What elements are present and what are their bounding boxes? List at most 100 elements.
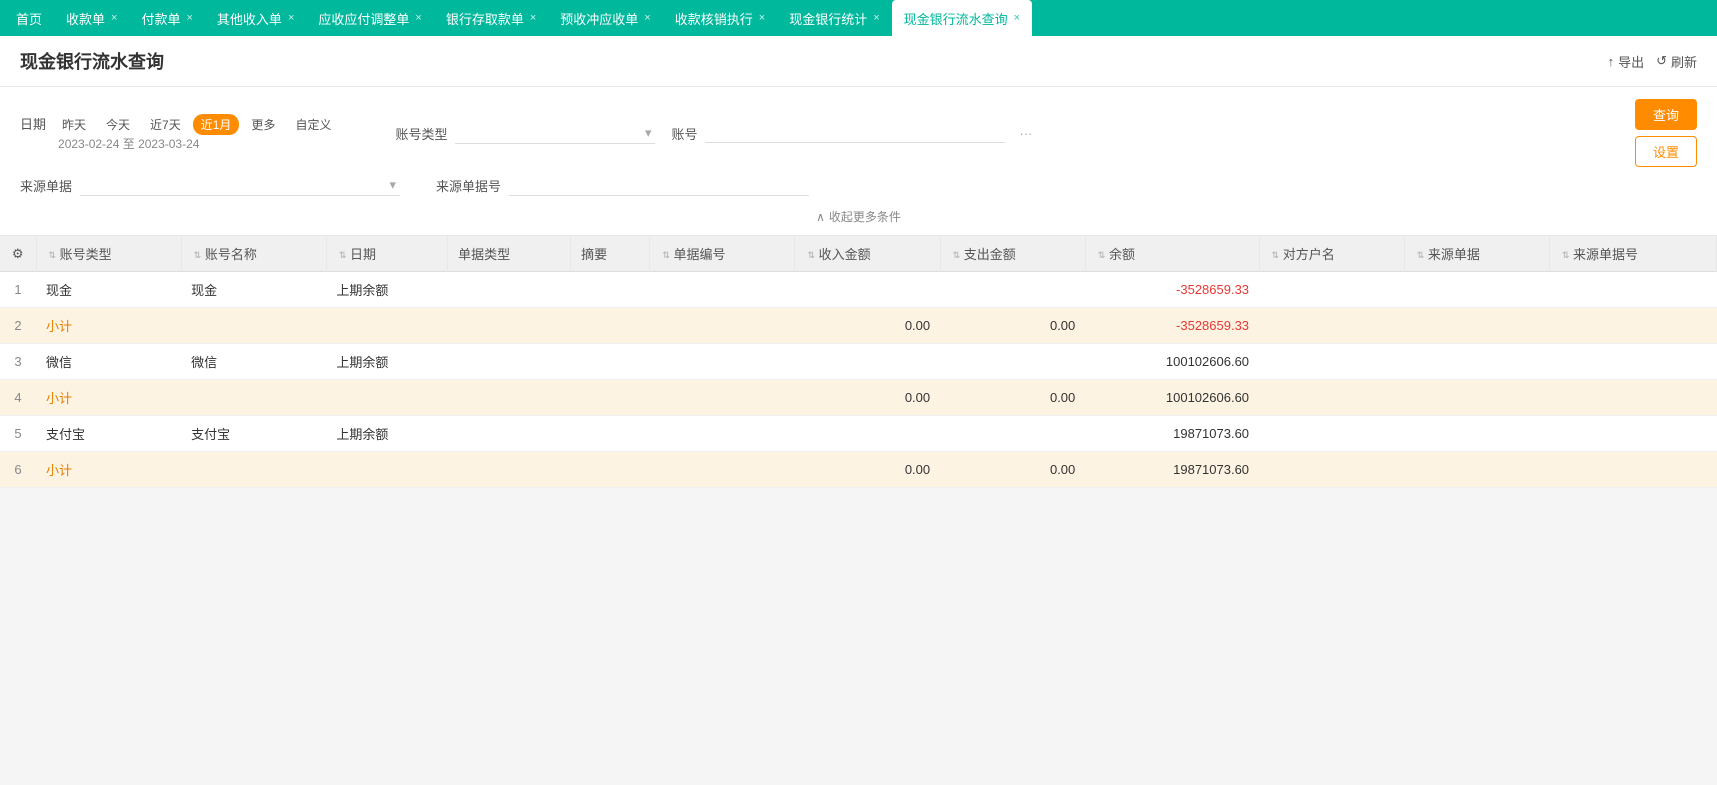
nav-tab-label: 其他收入单 <box>217 9 282 28</box>
nav-tab-tongji[interactable]: 现金银行统计 × <box>777 0 891 36</box>
account-filter: 账号 ··· <box>671 123 1038 143</box>
collapse-icon: ∧ <box>816 210 825 224</box>
close-icon[interactable]: × <box>759 12 765 24</box>
close-icon[interactable]: × <box>873 12 879 24</box>
nav-tab-yinhang[interactable]: 银行存取款单 × <box>434 0 548 36</box>
column-source-doc-no[interactable]: ⇅ 来源单据号 <box>1549 236 1716 272</box>
nav-tab-label: 现金银行统计 <box>789 9 867 28</box>
cell-summary <box>571 272 650 308</box>
chevron-down-icon: ▾ <box>389 177 396 193</box>
query-button[interactable]: 查询 <box>1635 99 1697 130</box>
table-row[interactable]: 4 小计 0.00 0.00 100102606.60 <box>0 380 1717 416</box>
column-balance[interactable]: ⇅ 余额 <box>1085 236 1259 272</box>
date-btn-custom[interactable]: 自定义 <box>287 114 339 135</box>
column-date[interactable]: ⇅ 日期 <box>326 236 447 272</box>
close-icon[interactable]: × <box>111 12 117 24</box>
date-btn-more[interactable]: 更多 <box>243 114 283 135</box>
nav-tab-liushui[interactable]: 现金银行流水查询 × <box>892 0 1032 36</box>
sort-icon: ⇅ <box>1272 250 1280 261</box>
data-table-container: ⚙ ⇅ 账号类型 ⇅ 账号名称 ⇅ 日期 单据类型 摘要 ⇅ 单据编号 <box>0 236 1717 488</box>
close-icon[interactable]: × <box>288 12 294 24</box>
chevron-down-icon: ▾ <box>645 125 652 141</box>
account-input[interactable] <box>705 123 1005 143</box>
table-row[interactable]: 3 微信 微信 上期余额 100102606.60 <box>0 344 1717 380</box>
source-doc-select[interactable]: ▾ <box>80 175 400 196</box>
table-row[interactable]: 2 小计 0.00 0.00 -3528659.33 <box>0 308 1717 344</box>
column-doc-type: 单据类型 <box>448 236 571 272</box>
account-type-filter: 账号类型 ▾ <box>395 123 655 144</box>
cell-source-doc <box>1404 344 1549 380</box>
table-header-row: ⚙ ⇅ 账号类型 ⇅ 账号名称 ⇅ 日期 单据类型 摘要 ⇅ 单据编号 <box>0 236 1717 272</box>
cell-counterpart <box>1259 344 1404 380</box>
filter-buttons: 查询 设置 <box>1635 99 1697 167</box>
account-more-icon[interactable]: ··· <box>1013 124 1038 143</box>
column-source-doc[interactable]: ⇅ 来源单据 <box>1404 236 1549 272</box>
sort-icon: ⇅ <box>807 250 815 261</box>
cell-doc-no <box>650 380 795 416</box>
nav-tab-qitashouru[interactable]: 其他收入单 × <box>205 0 306 36</box>
nav-tab-label: 应收应付调整单 <box>318 9 409 28</box>
export-button[interactable]: ↑ 导出 <box>1608 52 1645 71</box>
collapse-button[interactable]: ∧ 收起更多条件 <box>20 204 1697 227</box>
column-gear[interactable]: ⚙ <box>0 236 36 272</box>
cell-counterpart <box>1259 380 1404 416</box>
cell-source-doc-no <box>1549 416 1716 452</box>
close-icon[interactable]: × <box>1014 12 1020 24</box>
nav-tab-hexiao[interactable]: 收款核销执行 × <box>663 0 777 36</box>
date-btn-1month[interactable]: 近1月 <box>193 114 240 135</box>
date-label: 日期 <box>20 114 46 133</box>
sort-icon: ⇅ <box>953 250 961 261</box>
table-row[interactable]: 5 支付宝 支付宝 上期余额 19871073.60 <box>0 416 1717 452</box>
refresh-button[interactable]: ↺ 刷新 <box>1656 52 1697 71</box>
cell-account-name <box>181 308 326 344</box>
nav-tab-shoukuandan[interactable]: 收款单 × <box>54 0 129 36</box>
cell-account-name <box>181 452 326 488</box>
column-expense[interactable]: ⇅ 支出金额 <box>940 236 1085 272</box>
cell-doc-type <box>448 344 571 380</box>
table-row[interactable]: 1 现金 现金 上期余额 -3528659.33 <box>0 272 1717 308</box>
account-type-select[interactable]: ▾ <box>455 123 655 144</box>
column-counterpart[interactable]: ⇅ 对方户名 <box>1259 236 1404 272</box>
nav-home[interactable]: 首页 <box>4 0 54 36</box>
sort-icon: ⇅ <box>1562 250 1570 261</box>
nav-tab-tiaozhendan[interactable]: 应收应付调整单 × <box>306 0 433 36</box>
nav-tab-yushou[interactable]: 预收冲应收单 × <box>548 0 662 36</box>
source-doc-no-input[interactable] <box>509 176 809 196</box>
setting-button[interactable]: 设置 <box>1635 136 1697 167</box>
close-icon[interactable]: × <box>186 12 192 24</box>
row-num: 3 <box>0 344 36 380</box>
cell-source-doc-no <box>1549 344 1716 380</box>
row-num: 2 <box>0 308 36 344</box>
date-btn-today[interactable]: 今天 <box>98 114 138 135</box>
filter-area: 日期 昨天 今天 近7天 近1月 更多 自定义 2023-02-24 至 202… <box>0 87 1717 236</box>
cell-account-type: 微信 <box>36 344 181 380</box>
close-icon[interactable]: × <box>415 12 421 24</box>
cell-income <box>795 344 940 380</box>
cell-expense: 0.00 <box>940 452 1085 488</box>
column-account-type[interactable]: ⇅ 账号类型 <box>36 236 181 272</box>
cell-source-doc <box>1404 416 1549 452</box>
cell-doc-type <box>448 272 571 308</box>
cell-account-type: 支付宝 <box>36 416 181 452</box>
nav-tab-fukuandan[interactable]: 付款单 × <box>129 0 204 36</box>
close-icon[interactable]: × <box>530 12 536 24</box>
cell-doc-no <box>650 416 795 452</box>
column-income[interactable]: ⇅ 收入金额 <box>795 236 940 272</box>
cell-date: 上期余额 <box>326 344 447 380</box>
date-btn-7days[interactable]: 近7天 <box>142 114 189 135</box>
cell-account-name <box>181 380 326 416</box>
source-doc-no-label: 来源单据号 <box>436 176 501 195</box>
column-doc-no[interactable]: ⇅ 单据编号 <box>650 236 795 272</box>
cell-doc-no <box>650 452 795 488</box>
cell-account-name: 微信 <box>181 344 326 380</box>
cell-income: 0.00 <box>795 308 940 344</box>
date-btn-yesterday[interactable]: 昨天 <box>54 114 94 135</box>
table-row[interactable]: 6 小计 0.00 0.00 19871073.60 <box>0 452 1717 488</box>
cell-summary <box>571 344 650 380</box>
row-num: 5 <box>0 416 36 452</box>
column-account-name[interactable]: ⇅ 账号名称 <box>181 236 326 272</box>
cell-account-name: 现金 <box>181 272 326 308</box>
cell-source-doc-no <box>1549 272 1716 308</box>
close-icon[interactable]: × <box>644 12 650 24</box>
sort-icon: ⇅ <box>662 250 670 261</box>
